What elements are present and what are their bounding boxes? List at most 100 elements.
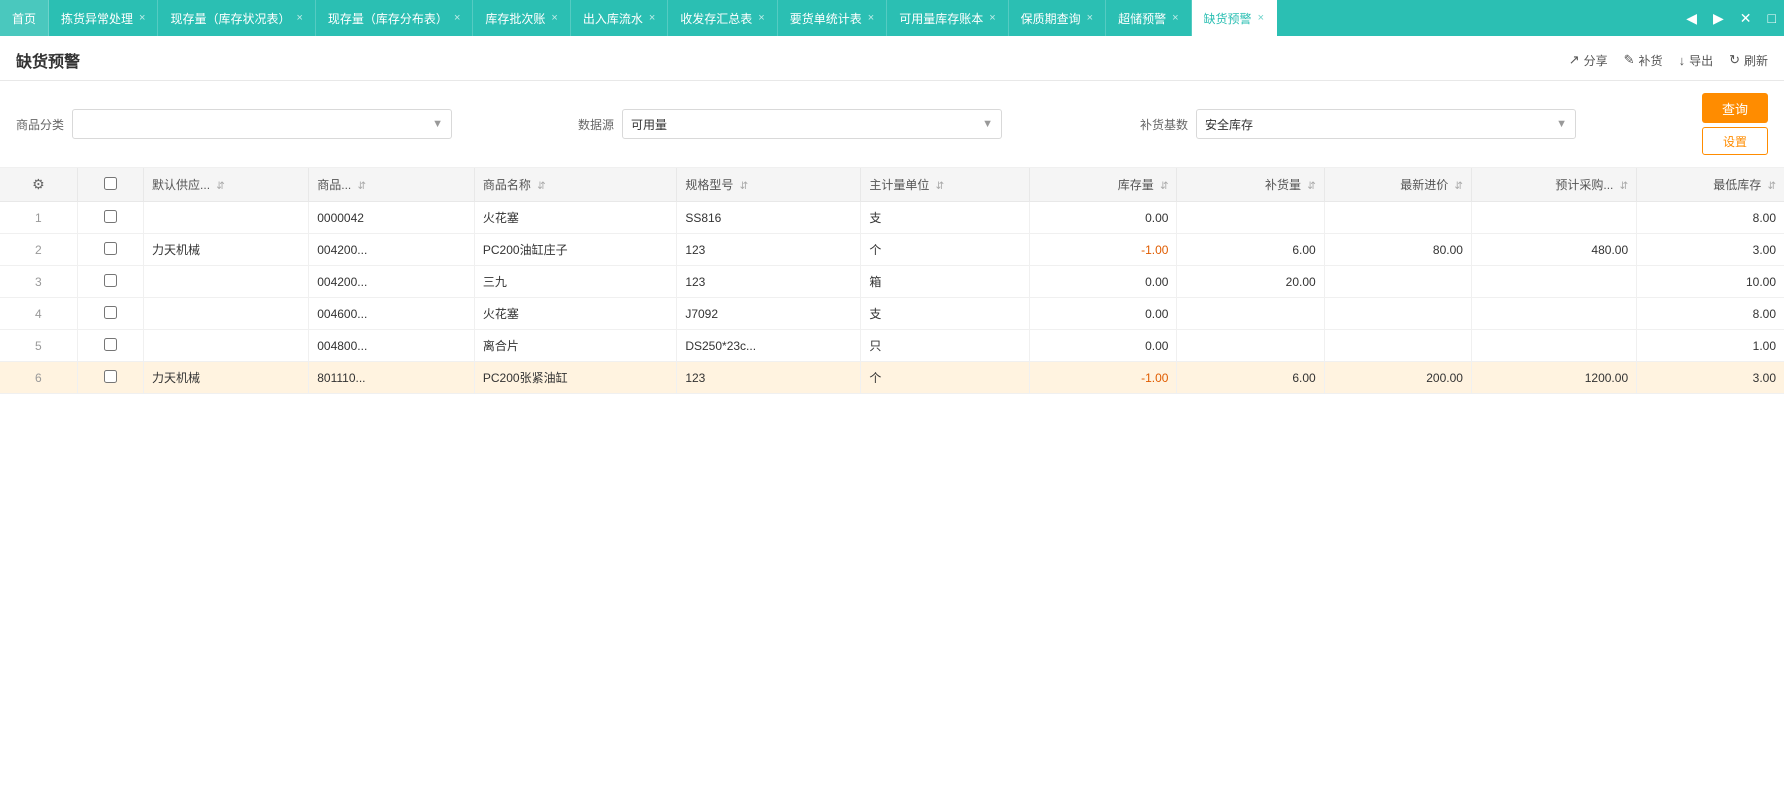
replenish-icon: ✎ <box>1624 52 1635 68</box>
row-unit-4: 支 <box>861 298 1030 330</box>
table-gear-icon[interactable]: ⚙ <box>32 176 45 192</box>
row-index-4: 4 <box>0 298 77 330</box>
row-supplier-6: 力天机械 <box>144 362 309 394</box>
col-header-replenish: 补货量 ⇵ <box>1177 168 1324 202</box>
row-checkbox-4[interactable] <box>77 298 143 330</box>
tab-expiry[interactable]: 保质期查询× <box>1009 0 1106 36</box>
tab-shortage[interactable]: 缺货预警× <box>1192 0 1277 36</box>
row-supplier-5 <box>144 330 309 362</box>
tab-close-inout[interactable]: × <box>649 12 655 24</box>
tab-next-button[interactable]: ▶ <box>1705 0 1732 36</box>
row-index-1: 1 <box>0 202 77 234</box>
tab-close-batch[interactable]: × <box>551 12 557 24</box>
row-price-4 <box>1324 298 1471 330</box>
row-name-6: PC200张紧油缸 <box>474 362 676 394</box>
col-header-purchase: 预计采购... ⇵ <box>1471 168 1636 202</box>
sort-name-icon[interactable]: ⇵ <box>537 181 545 192</box>
row-select-1[interactable] <box>104 210 117 223</box>
datasource-chevron-icon: ▼ <box>982 118 993 130</box>
refresh-button[interactable]: ↻ 刷新 <box>1729 52 1768 69</box>
row-select-6[interactable] <box>104 370 117 383</box>
tab-collect[interactable]: 收发存汇总表× <box>668 0 777 36</box>
row-spec-6: 123 <box>677 362 861 394</box>
row-index-6: 6 <box>0 362 77 394</box>
row-stock-2: -1.00 <box>1030 234 1177 266</box>
row-select-3[interactable] <box>104 274 117 287</box>
row-name-3: 三九 <box>474 266 676 298</box>
sort-purchase-icon[interactable]: ⇵ <box>1620 181 1628 192</box>
share-button[interactable]: ↗ 分享 <box>1569 52 1608 69</box>
sort-unit-icon[interactable]: ⇵ <box>936 181 944 192</box>
row-spec-2: 123 <box>677 234 861 266</box>
replenish-base-filter-group: 补货基数 安全库存 ▼ <box>1140 109 1686 139</box>
datasource-select[interactable]: 可用量 ▼ <box>622 109 1002 139</box>
row-select-2[interactable] <box>104 242 117 255</box>
row-code-1: 0000042 <box>309 202 475 234</box>
row-checkbox-5[interactable] <box>77 330 143 362</box>
sort-minstock-icon[interactable]: ⇵ <box>1768 181 1776 192</box>
tab-maximize-button[interactable]: □ <box>1760 0 1784 36</box>
table-row: 5 004800... 离合片 DS250*23c... 只 0.00 1.00 <box>0 330 1784 362</box>
row-checkbox-2[interactable] <box>77 234 143 266</box>
row-minstock-4: 8.00 <box>1637 298 1784 330</box>
page-title: 缺货预警 <box>16 48 80 72</box>
table-row: 2 力天机械 004200... PC200油缸庄子 123 个 -1.00 6… <box>0 234 1784 266</box>
tab-close-exception[interactable]: × <box>139 12 145 24</box>
tab-avail-ledger[interactable]: 可用量库存账本× <box>887 0 1008 36</box>
row-index-3: 3 <box>0 266 77 298</box>
tab-close-button[interactable]: ✕ <box>1732 0 1760 36</box>
row-supplier-1 <box>144 202 309 234</box>
header-actions: ↗ 分享 ✎ 补货 ↓ 导出 ↻ 刷新 <box>1569 52 1768 69</box>
tab-order-stat[interactable]: 要货单统计表× <box>778 0 887 36</box>
row-stock-4: 0.00 <box>1030 298 1177 330</box>
tab-exception[interactable]: 拣货异常处理× <box>49 0 158 36</box>
tab-close-expiry[interactable]: × <box>1087 12 1093 24</box>
tab-batch[interactable]: 库存批次账× <box>473 0 570 36</box>
tab-close-stock-status[interactable]: × <box>296 12 302 24</box>
tab-stock-status[interactable]: 现存量（库存状况表）× <box>158 0 315 36</box>
tab-label-overstock: 超储预警 <box>1118 10 1166 27</box>
tab-close-order-stat[interactable]: × <box>868 12 874 24</box>
tab-prev-button[interactable]: ◀ <box>1678 0 1705 36</box>
tab-close-stock-dist[interactable]: × <box>454 12 460 24</box>
row-checkbox-1[interactable] <box>77 202 143 234</box>
datasource-label: 数据源 <box>578 116 614 133</box>
row-select-5[interactable] <box>104 338 117 351</box>
tab-stock-dist[interactable]: 现存量（库存分布表）× <box>316 0 473 36</box>
settings-button[interactable]: 设置 <box>1702 127 1768 155</box>
row-index-2: 2 <box>0 234 77 266</box>
col-header-minstock: 最低库存 ⇵ <box>1637 168 1784 202</box>
row-minstock-3: 10.00 <box>1637 266 1784 298</box>
sort-supplier-icon[interactable]: ⇵ <box>216 181 224 192</box>
category-select[interactable]: ▼ <box>72 109 452 139</box>
tab-close-collect[interactable]: × <box>758 12 764 24</box>
tab-close-avail-ledger[interactable]: × <box>989 12 995 24</box>
tab-home[interactable]: 首页 <box>0 0 49 36</box>
sort-code-icon[interactable]: ⇵ <box>358 181 366 192</box>
row-minstock-1: 8.00 <box>1637 202 1784 234</box>
sort-spec-icon[interactable]: ⇵ <box>740 181 748 192</box>
col-header-code: 商品... ⇵ <box>309 168 475 202</box>
row-index-5: 5 <box>0 330 77 362</box>
col-header-name: 商品名称 ⇵ <box>474 168 676 202</box>
sort-stock-icon[interactable]: ⇵ <box>1160 181 1168 192</box>
export-button[interactable]: ↓ 导出 <box>1679 52 1714 69</box>
tab-inout[interactable]: 出入库流水× <box>571 0 668 36</box>
row-checkbox-6[interactable] <box>77 362 143 394</box>
tab-overstock[interactable]: 超储预警 × <box>1106 0 1191 36</box>
row-checkbox-3[interactable] <box>77 266 143 298</box>
replenish-button[interactable]: ✎ 补货 <box>1624 52 1663 69</box>
tab-close-overstock[interactable]: × <box>1172 12 1178 24</box>
sort-price-icon[interactable]: ⇵ <box>1455 181 1463 192</box>
tab-close-shortage[interactable]: × <box>1258 12 1264 24</box>
sort-replenish-icon[interactable]: ⇵ <box>1307 181 1315 192</box>
replenish-base-select[interactable]: 安全库存 ▼ <box>1196 109 1576 139</box>
row-replenish-6: 6.00 <box>1177 362 1324 394</box>
filter-actions: 查询 设置 <box>1702 93 1768 155</box>
select-all-checkbox[interactable] <box>104 177 117 190</box>
row-supplier-2: 力天机械 <box>144 234 309 266</box>
query-button[interactable]: 查询 <box>1702 93 1768 123</box>
row-select-4[interactable] <box>104 306 117 319</box>
row-replenish-1 <box>1177 202 1324 234</box>
replenish-base-label: 补货基数 <box>1140 116 1188 133</box>
